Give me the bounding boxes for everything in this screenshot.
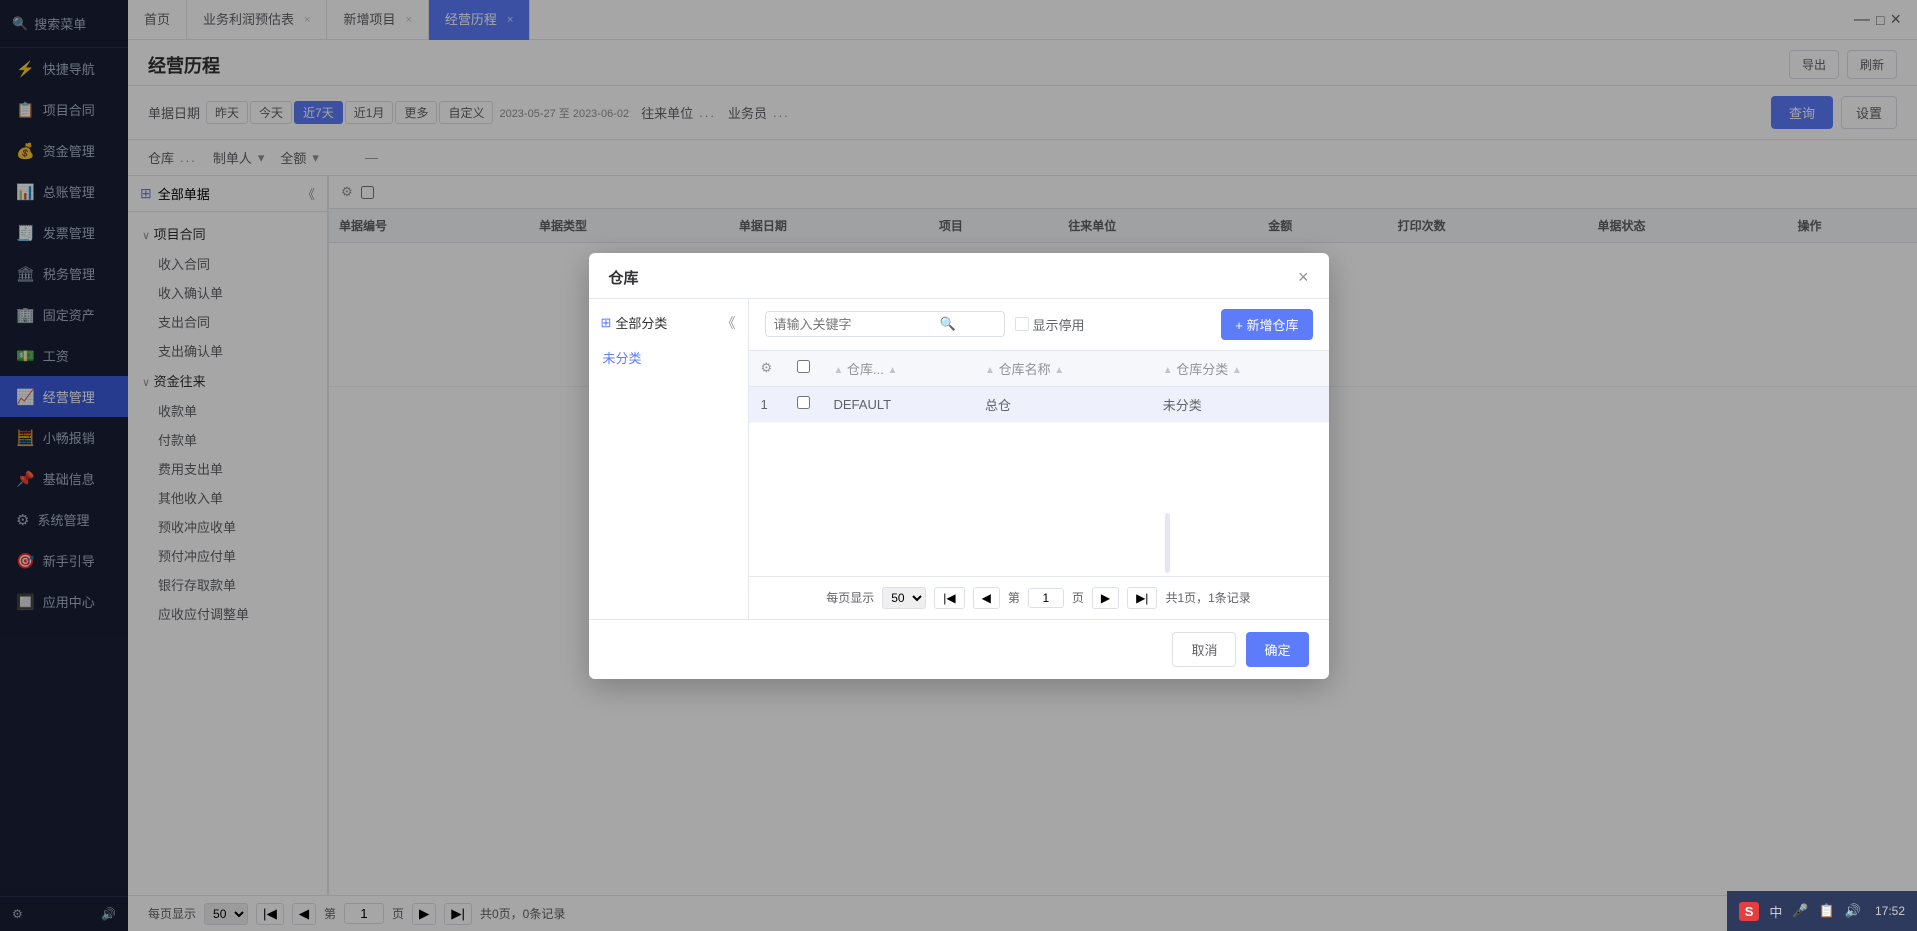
dlg-col-category: ▲ 仓库分类 ▲	[1151, 351, 1329, 387]
dlg-first-btn[interactable]: |◀	[934, 587, 964, 609]
dialog-confirm-button[interactable]: 确定	[1246, 632, 1308, 667]
dialog-search-icon[interactable]: 🔍	[940, 316, 956, 332]
warehouse-dialog: 仓库 × ⊞ 全部分类 《 未分类	[589, 253, 1329, 679]
dialog-close-btn[interactable]: ×	[1298, 267, 1309, 288]
dialog-pagination: 每页显示 50 |◀ ◀ 第 页 ▶ ▶| 共1页，1条记录	[749, 576, 1329, 619]
dialog-toolbar: 🔍 显示停用 + 新增仓库	[749, 299, 1329, 351]
tray-volume-icon[interactable]: 🔊	[1845, 903, 1861, 919]
dlg-total-text: 共1页，1条记录	[1165, 589, 1250, 606]
dlg-row-checkbox[interactable]	[797, 396, 810, 409]
show-disabled-toggle[interactable]: 显示停用	[1015, 315, 1085, 334]
dlg-last-btn[interactable]: ▶|	[1127, 587, 1157, 609]
sort-up-icon3: ▲	[1163, 365, 1173, 376]
dlg-select-all[interactable]	[797, 360, 810, 373]
dialog-body: ⊞ 全部分类 《 未分类 🔍	[589, 299, 1329, 619]
dialog-category-unclassified[interactable]: 未分类	[589, 341, 748, 374]
dlg-per-page-select[interactable]: 50	[882, 587, 926, 609]
dialog-title: 仓库	[609, 267, 639, 288]
dlg-next-btn[interactable]: ▶	[1092, 587, 1119, 609]
table-row[interactable]: 1 DEFAULT 总仓 未分类	[749, 386, 1329, 422]
sort-down-icon2: ▲	[1054, 365, 1064, 376]
tray-time: 17:52	[1875, 904, 1905, 918]
add-warehouse-button[interactable]: + 新增仓库	[1221, 309, 1312, 340]
tray-mic-icon[interactable]: 🎤	[1792, 903, 1808, 919]
dlg-col-checkbox	[785, 351, 822, 387]
dialog-footer: 取消 确定	[589, 619, 1329, 679]
dlg-col-settings: ⚙	[749, 351, 785, 387]
dialog-right-panel: 🔍 显示停用 + 新增仓库 ⚙	[749, 299, 1329, 619]
dlg-grid-icon: ⊞	[601, 315, 612, 331]
dlg-per-page-label: 每页显示	[826, 589, 874, 606]
dialog-table: ⚙ ▲ 仓库... ▲ ▲ 仓库名称 ▲	[749, 351, 1329, 423]
show-disabled-label: 显示停用	[1033, 315, 1085, 334]
show-disabled-checkbox[interactable]	[1015, 317, 1029, 331]
sort-down-icon: ▲	[887, 365, 897, 376]
dialog-header: 仓库 ×	[589, 253, 1329, 299]
dialog-table-wrap: ⚙ ▲ 仓库... ▲ ▲ 仓库名称 ▲	[749, 351, 1329, 576]
dlg-row-checkbox-cell	[785, 386, 822, 422]
sort-up-icon2: ▲	[985, 365, 995, 376]
dlg-row-category: 未分类	[1151, 386, 1329, 422]
dlg-col-code: ▲ 仓库... ▲	[822, 351, 974, 387]
dlg-row-code: DEFAULT	[822, 386, 974, 422]
sort-up-icon: ▲	[834, 365, 844, 376]
dialog-left-collapse-btn[interactable]: 《	[722, 313, 736, 333]
dlg-page-end-label: 页	[1072, 589, 1084, 606]
dialog-left-title: 全部分类	[615, 313, 667, 332]
tray-clipboard-icon[interactable]: 📋	[1819, 903, 1835, 919]
dlg-row-name: 总仓	[973, 386, 1151, 422]
dlg-page-label: 第	[1008, 589, 1020, 606]
system-tray: S 中 🎤 📋 🔊 17:52	[1727, 891, 1917, 931]
dialog-left-panel: ⊞ 全部分类 《 未分类	[589, 299, 749, 619]
dialog-cancel-button[interactable]: 取消	[1172, 632, 1236, 667]
tray-ime-icon[interactable]: 中	[1769, 902, 1782, 921]
dlg-row-index: 1	[749, 386, 785, 422]
tray-s-icon[interactable]: S	[1739, 902, 1760, 921]
sort-down-icon3: ▲	[1232, 365, 1242, 376]
dlg-col-name: ▲ 仓库名称 ▲	[973, 351, 1151, 387]
dlg-prev-btn[interactable]: ◀	[973, 587, 1000, 609]
dialog-left-scrollbar	[1165, 513, 1170, 573]
modal-overlay: 仓库 × ⊞ 全部分类 《 未分类	[0, 0, 1917, 931]
dialog-search-input[interactable]	[774, 317, 934, 332]
dlg-page-input[interactable]	[1028, 588, 1064, 608]
dialog-search-wrap: 🔍	[765, 311, 1005, 337]
dialog-left-header: ⊞ 全部分类 《	[589, 309, 748, 341]
